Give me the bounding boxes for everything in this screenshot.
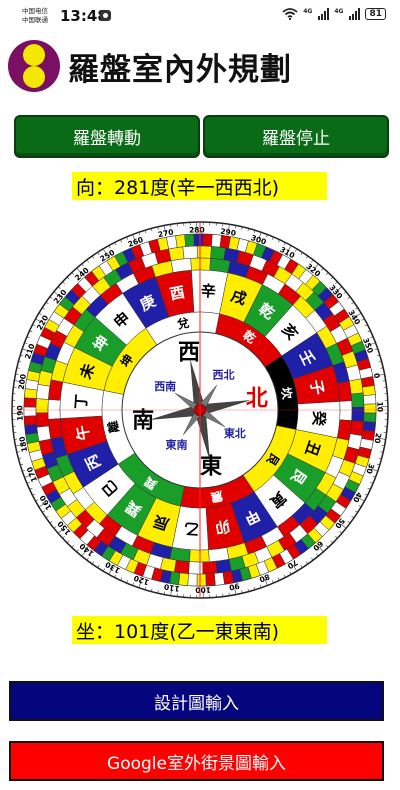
logo-lower-circle [23, 66, 45, 88]
band-segment [35, 398, 49, 414]
band-segment [363, 412, 377, 423]
band-segment [190, 257, 211, 271]
street-view-input-button[interactable]: Google室外街景圖輸入 [9, 741, 384, 781]
band-segment [210, 246, 226, 261]
band-segment [47, 399, 61, 420]
sitting-direction-readout: 坐：101度(乙一東東南) [72, 616, 327, 644]
cardinal-label: 東 [200, 454, 222, 479]
band-segment [35, 412, 50, 428]
band-segment [24, 388, 38, 399]
ordinal-label: 東北 [224, 426, 246, 440]
app-header: 羅盤室內外規劃 [0, 34, 400, 98]
degree-label-100: 100 [195, 585, 211, 594]
ordinal-label: 西北 [212, 368, 234, 382]
carrier-1: 中国电信 [22, 7, 48, 15]
facing-direction-readout: 向：281度(辛一西西北) [72, 172, 327, 200]
app-logo-icon [8, 40, 60, 92]
network-type-2: 4G [334, 8, 344, 15]
signal-icon-1 [318, 8, 330, 20]
band-segment [36, 425, 52, 442]
band-segment [189, 549, 210, 563]
rotate-compass-button[interactable]: 羅盤轉動 [14, 115, 200, 158]
carrier-2: 中国联通 [22, 15, 48, 24]
band-segment [205, 573, 216, 587]
band-segment [193, 233, 204, 247]
network-type-1: 4G [303, 8, 313, 15]
band-segment [23, 397, 37, 408]
floor-plan-input-button[interactable]: 設計圖輸入 [9, 681, 384, 721]
luopan-compass[interactable]: 0 10 20 30 40 50 60 70 80 90 100 110 120 130 140 150 160… [10, 220, 390, 600]
logo-upper-circle [23, 44, 45, 66]
band-segment [350, 392, 365, 408]
band-segment [363, 394, 377, 405]
band-segment [349, 420, 364, 436]
mountain-label-辛: 辛 [200, 282, 216, 301]
wifi-icon [282, 8, 298, 20]
mountain-label-癸: 癸 [309, 409, 328, 427]
band-segment [363, 403, 377, 414]
degree-label-190: 190 [15, 405, 24, 421]
app-title: 羅盤室內外規劃 [68, 52, 292, 88]
band-segment [36, 384, 51, 400]
system-icons: 4G 4G 81 [282, 8, 386, 20]
cardinal-label: 南 [132, 409, 154, 434]
mountain-label-丁: 丁 [72, 394, 91, 410]
band-segment [362, 385, 376, 396]
cardinal-label: 北 [246, 386, 268, 411]
band-segment [196, 573, 207, 587]
band-segment [184, 233, 195, 247]
band-segment [182, 245, 198, 260]
status-bar: 中国电信 中国联通 13:48 4G 4G 81 [0, 0, 400, 34]
battery-icon: 81 [365, 8, 386, 20]
cardinal-label: 西 [178, 341, 200, 366]
band-segment [339, 400, 353, 421]
band-segment [175, 234, 186, 248]
band-segment [202, 560, 218, 575]
band-segment [188, 561, 204, 575]
band-segment [187, 573, 198, 587]
band-segment [174, 559, 190, 574]
notification-icon [100, 10, 111, 21]
band-segment [202, 233, 213, 247]
band-segment [23, 406, 37, 417]
degree-label-280: 280 [189, 225, 205, 234]
band-segment [362, 421, 376, 432]
ordinal-label: 東南 [166, 437, 188, 451]
band-segment [24, 424, 38, 435]
band-segment [348, 378, 364, 395]
mountain-label-乙: 乙 [184, 519, 200, 538]
band-segment [214, 572, 225, 586]
band-segment [168, 246, 185, 262]
band-segment [23, 415, 37, 426]
band-segment [215, 558, 232, 574]
carrier-info: 中国电信 中国联通 [22, 7, 48, 24]
signal-icon-2 [349, 8, 361, 20]
degree-label-10: 10 [375, 402, 384, 413]
ordinal-label: 西南 [154, 379, 176, 393]
stop-compass-button[interactable]: 羅盤停止 [203, 115, 389, 158]
band-segment [178, 572, 189, 586]
compass-dial[interactable]: 0102030405060708090100110120130140150160… [10, 220, 390, 600]
band-segment [211, 234, 222, 248]
band-segment [196, 245, 212, 259]
band-segment [351, 406, 365, 422]
